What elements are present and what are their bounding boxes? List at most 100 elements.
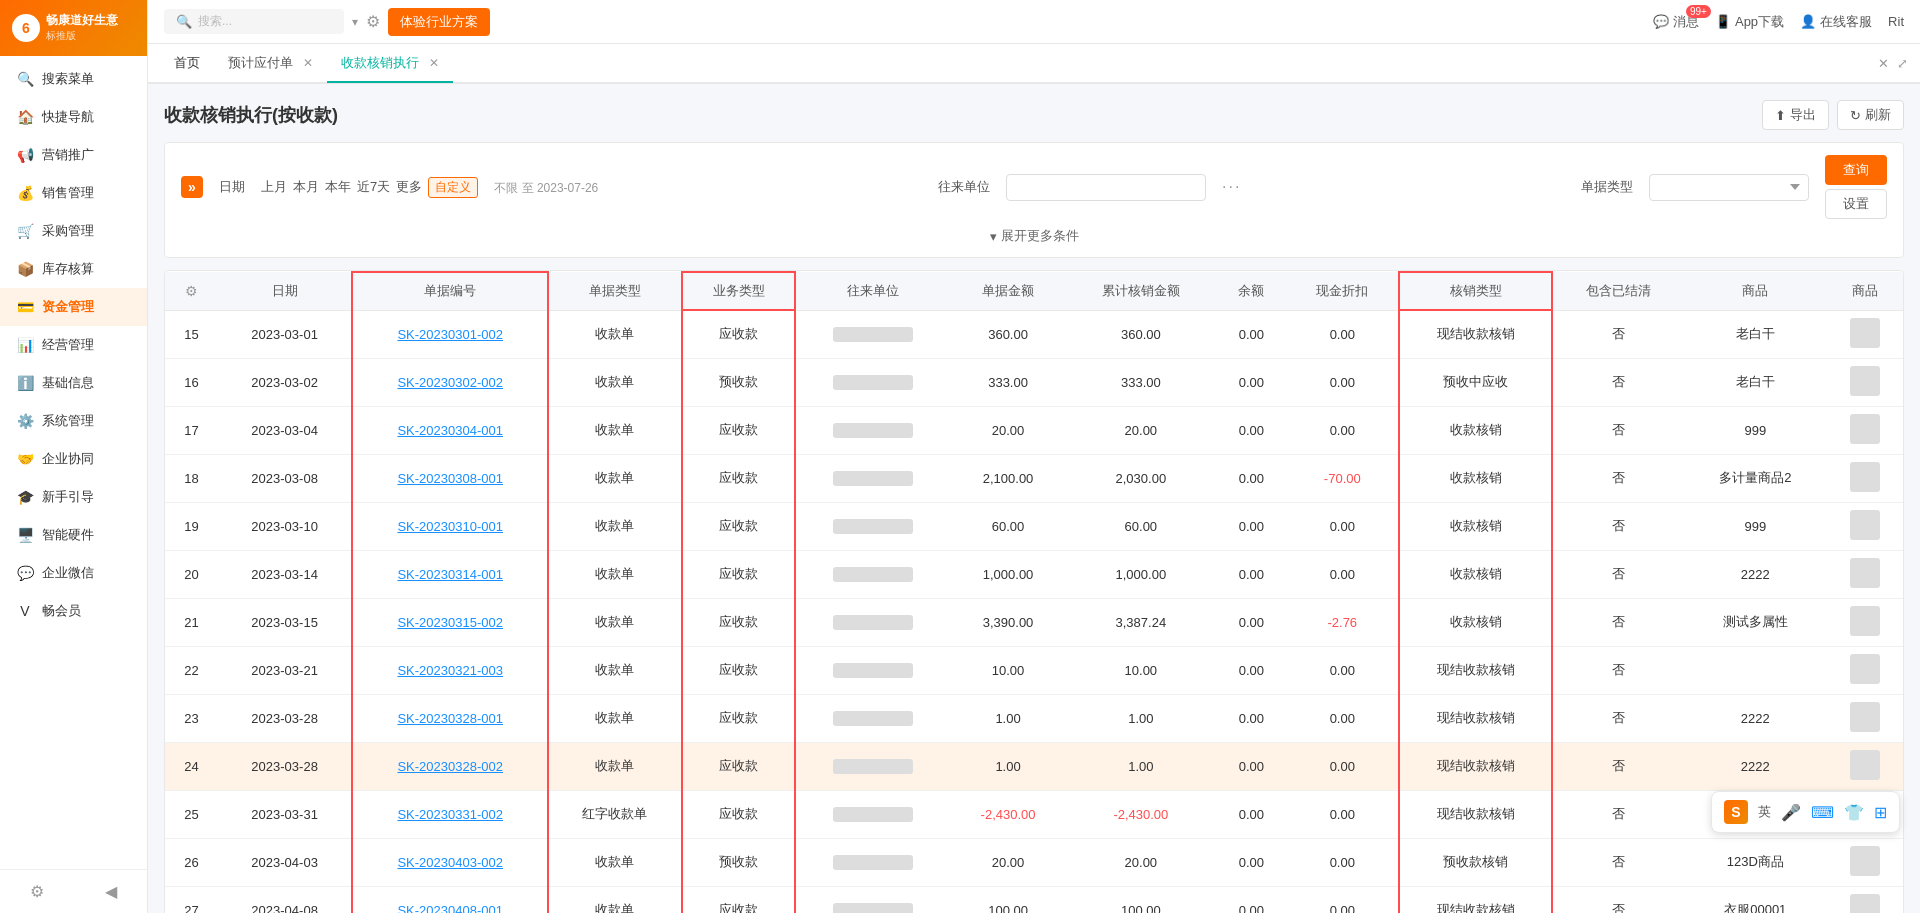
table-container: ⚙ 日期 单据编号 单据类型 业务类型 往来单位 单据金额 累计核销金额 余额 … <box>164 270 1904 913</box>
filter-doc-type-label: 单据类型 <box>1581 178 1633 196</box>
sidebar-item-operation[interactable]: 📊 经营管理 <box>0 326 147 364</box>
sidebar-item-search[interactable]: 🔍 搜索菜单 <box>0 60 147 98</box>
tab-close-payable[interactable]: ✕ <box>303 56 313 70</box>
doc-no-link[interactable]: SK-20230328-002 <box>397 759 503 774</box>
doc-no-link[interactable]: SK-20230315-002 <box>397 615 503 630</box>
sidebar-item-guide[interactable]: 🎓 新手引导 <box>0 478 147 516</box>
tab-payable[interactable]: 预计应付单✕ <box>214 45 327 83</box>
cell-partner <box>795 550 950 598</box>
sidebar-item-wechat[interactable]: 💬 企业微信 <box>0 554 147 592</box>
sidebar-collapse-btn[interactable]: ◀ <box>97 878 125 905</box>
doc-no-link[interactable]: SK-20230321-003 <box>397 663 503 678</box>
sidebar-item-basic[interactable]: ℹ️ 基础信息 <box>0 364 147 402</box>
float-mic-icon[interactable]: 🎤 <box>1781 803 1801 822</box>
float-grid-icon[interactable]: ⊞ <box>1874 803 1887 822</box>
main-table: ⚙ 日期 单据编号 单据类型 业务类型 往来单位 单据金额 累计核销金额 余额 … <box>165 271 1903 913</box>
filter-expand-btn[interactable]: » <box>181 176 203 198</box>
cell-no: 18 <box>165 454 218 502</box>
float-keyboard-icon[interactable]: ⌨ <box>1811 803 1834 822</box>
cell-verified: 10.00 <box>1066 646 1217 694</box>
tab-home[interactable]: 首页 <box>160 45 214 83</box>
cell-verified: 20.00 <box>1066 838 1217 886</box>
sidebar-item-enterprise[interactable]: 🤝 企业协同 <box>0 440 147 478</box>
sidebar-item-finance[interactable]: 💳 资金管理 <box>0 288 147 326</box>
message-btn[interactable]: 💬 消息 99+ <box>1653 13 1699 31</box>
cell-biz-type: 应收款 <box>682 886 796 913</box>
filter-doc-type-select[interactable] <box>1649 174 1809 201</box>
cell-verified: 60.00 <box>1066 502 1217 550</box>
header-gear-icon[interactable]: ⚙ <box>366 12 380 31</box>
app-download-btn[interactable]: 📱 App下载 <box>1715 13 1784 31</box>
header-chevron-icon[interactable]: ▾ <box>352 15 358 29</box>
sidebar-item-marketing[interactable]: 📢 营销推广 <box>0 136 147 174</box>
partner-value <box>833 711 913 726</box>
partner-value <box>833 663 913 678</box>
doc-no-link[interactable]: SK-20230301-002 <box>397 327 503 342</box>
doc-no-link[interactable]: SK-20230408-001 <box>397 903 503 914</box>
wechat-icon: 💬 <box>16 565 34 581</box>
cell-verified: 100.00 <box>1066 886 1217 913</box>
sidebar-item-member[interactable]: V 畅会员 <box>0 592 147 630</box>
cell-discount: 0.00 <box>1287 742 1399 790</box>
cell-goods-thumb <box>1826 694 1903 742</box>
online-service-btn[interactable]: 👤 在线客服 <box>1800 13 1872 31</box>
tab-maximize-icon[interactable]: ⤢ <box>1897 56 1908 71</box>
system-icon: ⚙️ <box>16 413 34 429</box>
float-shirt-icon[interactable]: 👕 <box>1844 803 1864 822</box>
cell-goods: 老白干 <box>1684 310 1826 358</box>
cell-verified: 333.00 <box>1066 358 1217 406</box>
doc-no-link[interactable]: SK-20230403-002 <box>397 855 503 870</box>
doc-no-link[interactable]: SK-20230302-002 <box>397 375 503 390</box>
cell-no: 19 <box>165 502 218 550</box>
filter-settings-btn[interactable]: 设置 <box>1825 189 1887 219</box>
filter-dots[interactable]: ··· <box>1222 178 1241 196</box>
col-header-gear[interactable]: ⚙ <box>165 272 218 310</box>
user-name[interactable]: Rit <box>1888 14 1904 29</box>
cell-include-settled: 否 <box>1552 454 1684 502</box>
doc-no-link[interactable]: SK-20230314-001 <box>397 567 503 582</box>
cell-no: 21 <box>165 598 218 646</box>
export-btn[interactable]: ⬆ 导出 <box>1762 100 1829 130</box>
sidebar-item-hardware[interactable]: 🖥️ 智能硬件 <box>0 516 147 554</box>
filter-last-7days[interactable]: 近7天 <box>357 178 390 196</box>
sidebar-item-inventory[interactable]: 📦 库存核算 <box>0 250 147 288</box>
gear-icon[interactable]: ⚙ <box>185 283 198 299</box>
doc-no-link[interactable]: SK-20230308-001 <box>397 471 503 486</box>
filter-custom-tag[interactable]: 自定义 <box>428 177 478 198</box>
float-ying-btn[interactable]: 英 <box>1758 803 1771 821</box>
doc-no-link[interactable]: SK-20230310-001 <box>397 519 503 534</box>
doc-no-link[interactable]: SK-20230331-002 <box>397 807 503 822</box>
refresh-icon: ↻ <box>1850 108 1861 123</box>
query-btn[interactable]: 查询 <box>1825 155 1887 185</box>
header-search-box[interactable]: 🔍 搜索... <box>164 9 344 34</box>
filter-more[interactable]: 更多 <box>396 178 422 196</box>
cell-goods: 多计量商品2 <box>1684 454 1826 502</box>
industry-solution-btn[interactable]: 体验行业方案 <box>388 8 490 36</box>
cell-goods-thumb <box>1826 454 1903 502</box>
cell-doc-type: 收款单 <box>548 598 682 646</box>
sidebar-item-system[interactable]: ⚙️ 系统管理 <box>0 402 147 440</box>
basic-icon: ℹ️ <box>16 375 34 391</box>
search-icon: 🔍 <box>16 71 34 87</box>
cell-discount: 0.00 <box>1287 502 1399 550</box>
filter-this-year[interactable]: 本年 <box>325 178 351 196</box>
cell-cancel-type: 预收款核销 <box>1399 838 1553 886</box>
partner-value <box>833 855 913 870</box>
tab-bar-right: ✕ ⤢ <box>1878 56 1908 71</box>
filter-partner-input[interactable] <box>1006 174 1206 201</box>
expand-more-btn[interactable]: ▾ 展开更多条件 <box>990 227 1079 245</box>
sidebar-item-quicknav[interactable]: 🏠 快捷导航 <box>0 98 147 136</box>
doc-no-link[interactable]: SK-20230304-001 <box>397 423 503 438</box>
filter-last-month[interactable]: 上月 <box>261 178 287 196</box>
refresh-btn[interactable]: ↻ 刷新 <box>1837 100 1904 130</box>
tab-close-icon[interactable]: ✕ <box>1878 56 1889 71</box>
sidebar-item-purchase[interactable]: 🛒 采购管理 <box>0 212 147 250</box>
cell-partner <box>795 454 950 502</box>
tab-close-collection[interactable]: ✕ <box>429 56 439 70</box>
filter-this-month[interactable]: 本月 <box>293 178 319 196</box>
cell-verified: 1.00 <box>1066 742 1217 790</box>
sidebar-item-sales[interactable]: 💰 销售管理 <box>0 174 147 212</box>
tab-collection[interactable]: 收款核销执行✕ <box>327 45 453 83</box>
doc-no-link[interactable]: SK-20230328-001 <box>397 711 503 726</box>
sidebar-settings-btn[interactable]: ⚙ <box>22 878 52 905</box>
